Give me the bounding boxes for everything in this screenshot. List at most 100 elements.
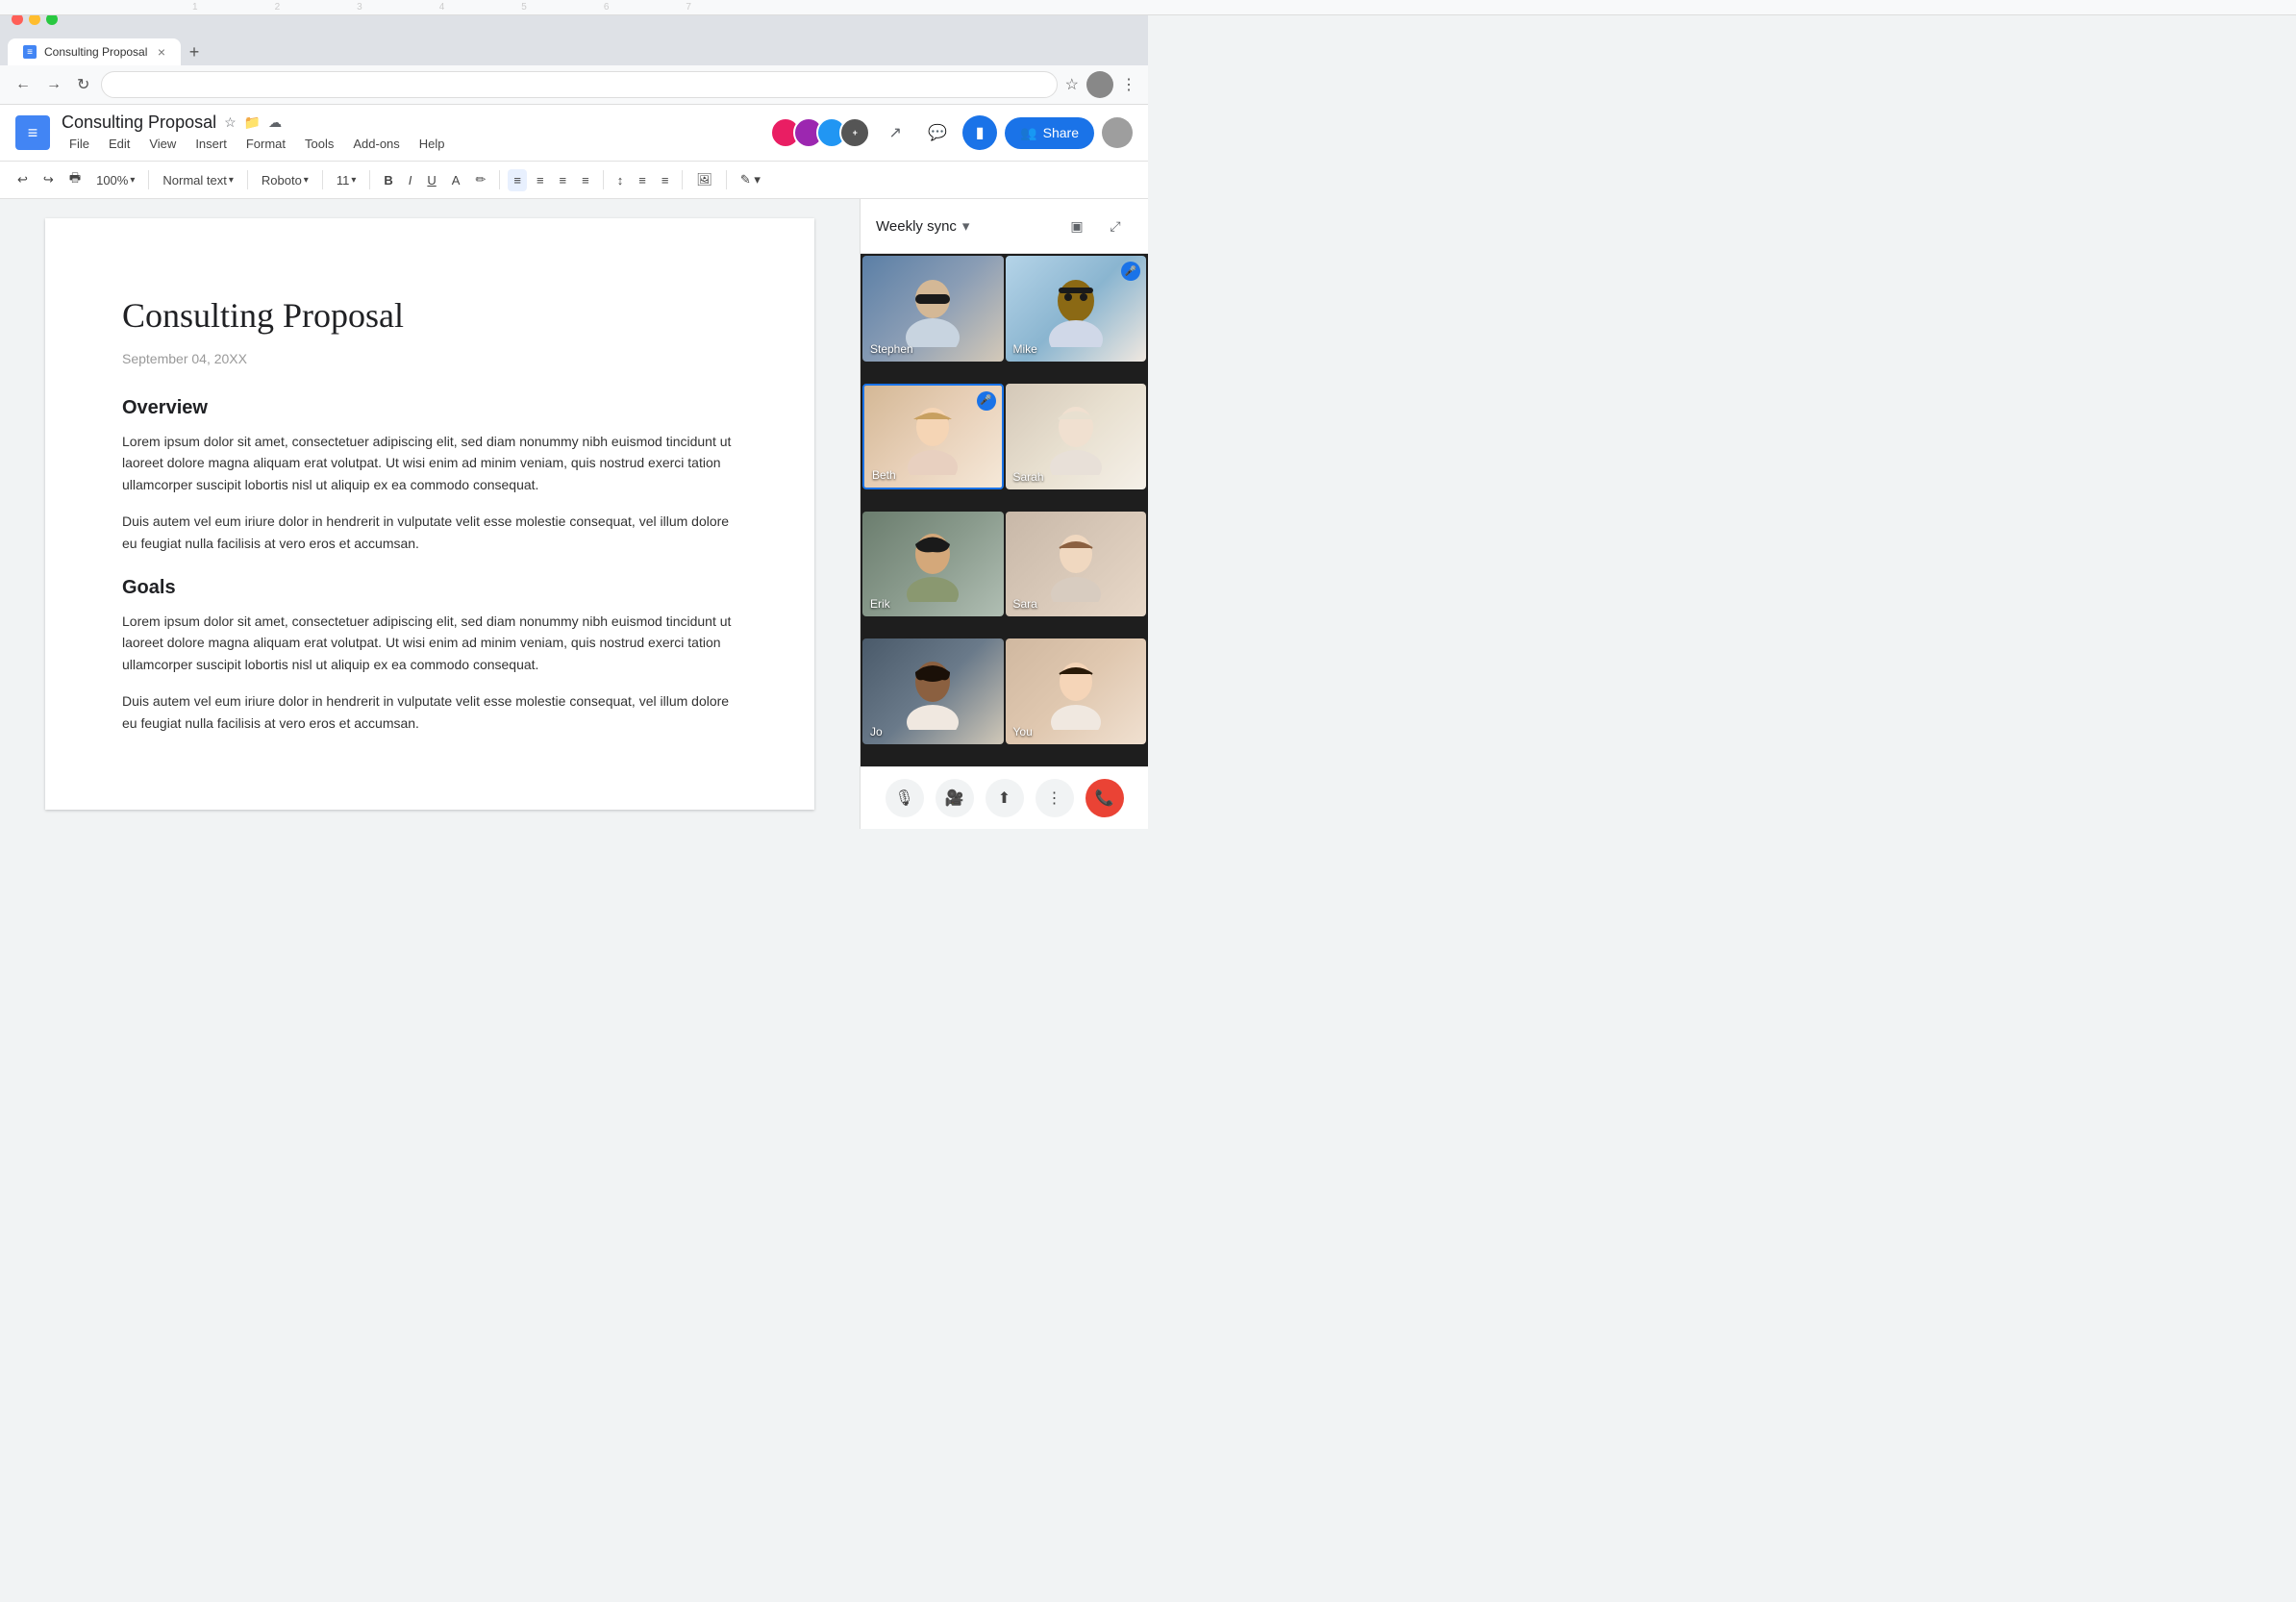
section-goals-para-2[interactable]: Duis autem vel eum iriure dolor in hendr… xyxy=(122,690,737,734)
mike-mic-icon: 🎤 xyxy=(1121,262,1140,281)
style-chevron-icon: ▾ xyxy=(229,175,234,186)
style-select[interactable]: Normal text ▾ xyxy=(157,169,239,191)
new-tab-button[interactable]: + xyxy=(181,38,208,65)
jo-face xyxy=(862,638,1004,744)
numbered-list-button[interactable]: ≡ xyxy=(656,169,675,191)
align-center-button[interactable]: ≡ xyxy=(531,169,550,191)
tab-bar: ≡ Consulting Proposal × + xyxy=(0,38,1148,65)
text-color-button[interactable]: A xyxy=(446,169,466,191)
style-label: Normal text xyxy=(162,173,226,188)
redo-button[interactable]: ↪ xyxy=(37,168,60,191)
menu-bar: File Edit View Insert Format Tools Add-o… xyxy=(62,135,759,153)
meet-button[interactable]: ▮ xyxy=(962,115,997,150)
align-left-button[interactable]: ≡ xyxy=(508,169,527,191)
url-bar[interactable] xyxy=(101,71,1057,98)
video-header: Weekly sync ▾ ▣ ⤢ xyxy=(861,199,1148,254)
meeting-title: Weekly sync ▾ xyxy=(876,217,969,235)
menu-file[interactable]: File xyxy=(62,135,97,153)
menu-edit[interactable]: Edit xyxy=(101,135,137,153)
menu-tools[interactable]: Tools xyxy=(297,135,341,153)
beth-name: Beth xyxy=(872,468,896,482)
meeting-title-text: Weekly sync xyxy=(876,218,957,235)
menu-addons[interactable]: Add-ons xyxy=(345,135,407,153)
doc-title-row: Consulting Proposal ☆ 📁 ☁ xyxy=(62,113,759,133)
document-area[interactable]: 1 2 3 4 5 6 7 Consulting Proposal Septem… xyxy=(0,199,860,829)
end-call-button[interactable]: 📞 xyxy=(1086,779,1124,817)
font-size-label: 11 xyxy=(337,173,350,188)
video-header-buttons: ▣ ⤢ xyxy=(1060,209,1133,243)
menu-help[interactable]: Help xyxy=(412,135,453,153)
mic-control-button[interactable]: 🎙 xyxy=(886,779,924,817)
video-tile-sarah: Sarah xyxy=(1006,384,1147,489)
toolbar-divider-3 xyxy=(322,170,323,189)
print-button[interactable]: 🖶 xyxy=(63,165,87,194)
app-container: ≡ Consulting Proposal ☆ 📁 ☁ File Edit Vi… xyxy=(0,105,1148,829)
cloud-icon[interactable]: ☁ xyxy=(268,114,282,131)
browser-chrome xyxy=(0,0,1148,38)
editing-mode-button[interactable]: ✎ ▾ xyxy=(735,168,766,191)
menu-format[interactable]: Format xyxy=(238,135,293,153)
sara-name: Sara xyxy=(1013,597,1037,611)
menu-icon[interactable]: ⋮ xyxy=(1121,75,1136,94)
highlight-button[interactable]: ✏ xyxy=(469,168,491,191)
close-button[interactable] xyxy=(12,13,23,25)
tab-close-icon[interactable]: × xyxy=(158,44,165,60)
italic-button[interactable]: I xyxy=(403,169,418,191)
share-icon: 👥 xyxy=(1020,125,1036,141)
star-icon[interactable]: ☆ xyxy=(224,114,237,131)
video-tile-erik: Erik xyxy=(862,512,1004,617)
present-screen-button[interactable]: ⬆ xyxy=(986,779,1024,817)
maximize-button[interactable] xyxy=(46,13,58,25)
section-goals-para-1[interactable]: Lorem ipsum dolor sit amet, consectetuer… xyxy=(122,611,737,675)
beth-mic-icon: 🎤 xyxy=(977,391,996,411)
expand-button[interactable]: ⤢ xyxy=(1098,209,1133,243)
active-tab[interactable]: ≡ Consulting Proposal × xyxy=(8,38,181,65)
present-mode-button[interactable]: ▣ xyxy=(1060,209,1094,243)
video-grid: Stephen 🎤 Mike xyxy=(861,254,1148,766)
toolbar-divider-7 xyxy=(682,170,683,189)
profile-avatar[interactable] xyxy=(1086,71,1113,98)
toolbar-divider-4 xyxy=(369,170,370,189)
bold-button[interactable]: B xyxy=(378,169,398,191)
sarah-name: Sarah xyxy=(1013,470,1044,484)
zoom-label: 100% xyxy=(96,173,128,188)
doc-info: Consulting Proposal ☆ 📁 ☁ File Edit View… xyxy=(62,113,759,153)
zoom-chevron-icon: ▾ xyxy=(130,175,135,186)
forward-button[interactable]: → xyxy=(42,72,65,97)
justify-button[interactable]: ≡ xyxy=(576,169,595,191)
align-right-button[interactable]: ≡ xyxy=(554,169,573,191)
user-avatar[interactable] xyxy=(1102,117,1133,148)
collaborator-avatars: + xyxy=(770,117,870,148)
insert-image-button[interactable]: 🖼 xyxy=(690,168,718,191)
refresh-button[interactable]: ↻ xyxy=(73,71,93,98)
minimize-button[interactable] xyxy=(29,13,40,25)
camera-control-button[interactable]: 🎥 xyxy=(936,779,974,817)
doc-date: September 04, 20XX xyxy=(122,351,737,366)
more-options-button[interactable]: ⋮ xyxy=(1036,779,1074,817)
section-overview-para-1[interactable]: Lorem ipsum dolor sit amet, consectetuer… xyxy=(122,431,737,495)
chat-button[interactable]: 💬 xyxy=(920,115,955,150)
back-button[interactable]: ← xyxy=(12,72,35,97)
doc-main-title: Consulting Proposal xyxy=(122,295,737,336)
traffic-lights xyxy=(12,13,58,25)
undo-button[interactable]: ↩ xyxy=(12,168,34,191)
underline-button[interactable]: U xyxy=(421,169,441,191)
line-spacing-button[interactable]: ↕ xyxy=(611,169,630,191)
video-tile-you: You xyxy=(1006,638,1147,744)
video-tile-beth: 🎤 Beth xyxy=(862,384,1004,489)
collaborator-more-avatar: + xyxy=(839,117,870,148)
menu-view[interactable]: View xyxy=(141,135,184,153)
section-overview-heading: Overview xyxy=(122,397,737,419)
font-select[interactable]: Roboto ▾ xyxy=(256,169,314,191)
trending-button[interactable]: ↗ xyxy=(878,115,912,150)
meeting-title-chevron-icon[interactable]: ▾ xyxy=(962,217,970,235)
font-size-button[interactable]: 11 ▾ xyxy=(331,169,362,191)
menu-insert[interactable]: Insert xyxy=(187,135,235,153)
zoom-button[interactable]: 100% ▾ xyxy=(90,169,140,191)
folder-icon[interactable]: 📁 xyxy=(244,114,261,131)
section-overview-para-2[interactable]: Duis autem vel eum iriure dolor in hendr… xyxy=(122,511,737,554)
docs-logo: ≡ xyxy=(15,115,50,150)
bullet-list-button[interactable]: ≡ xyxy=(633,169,652,191)
bookmark-icon[interactable]: ☆ xyxy=(1065,75,1079,94)
share-button[interactable]: 👥 Share xyxy=(1005,117,1094,149)
